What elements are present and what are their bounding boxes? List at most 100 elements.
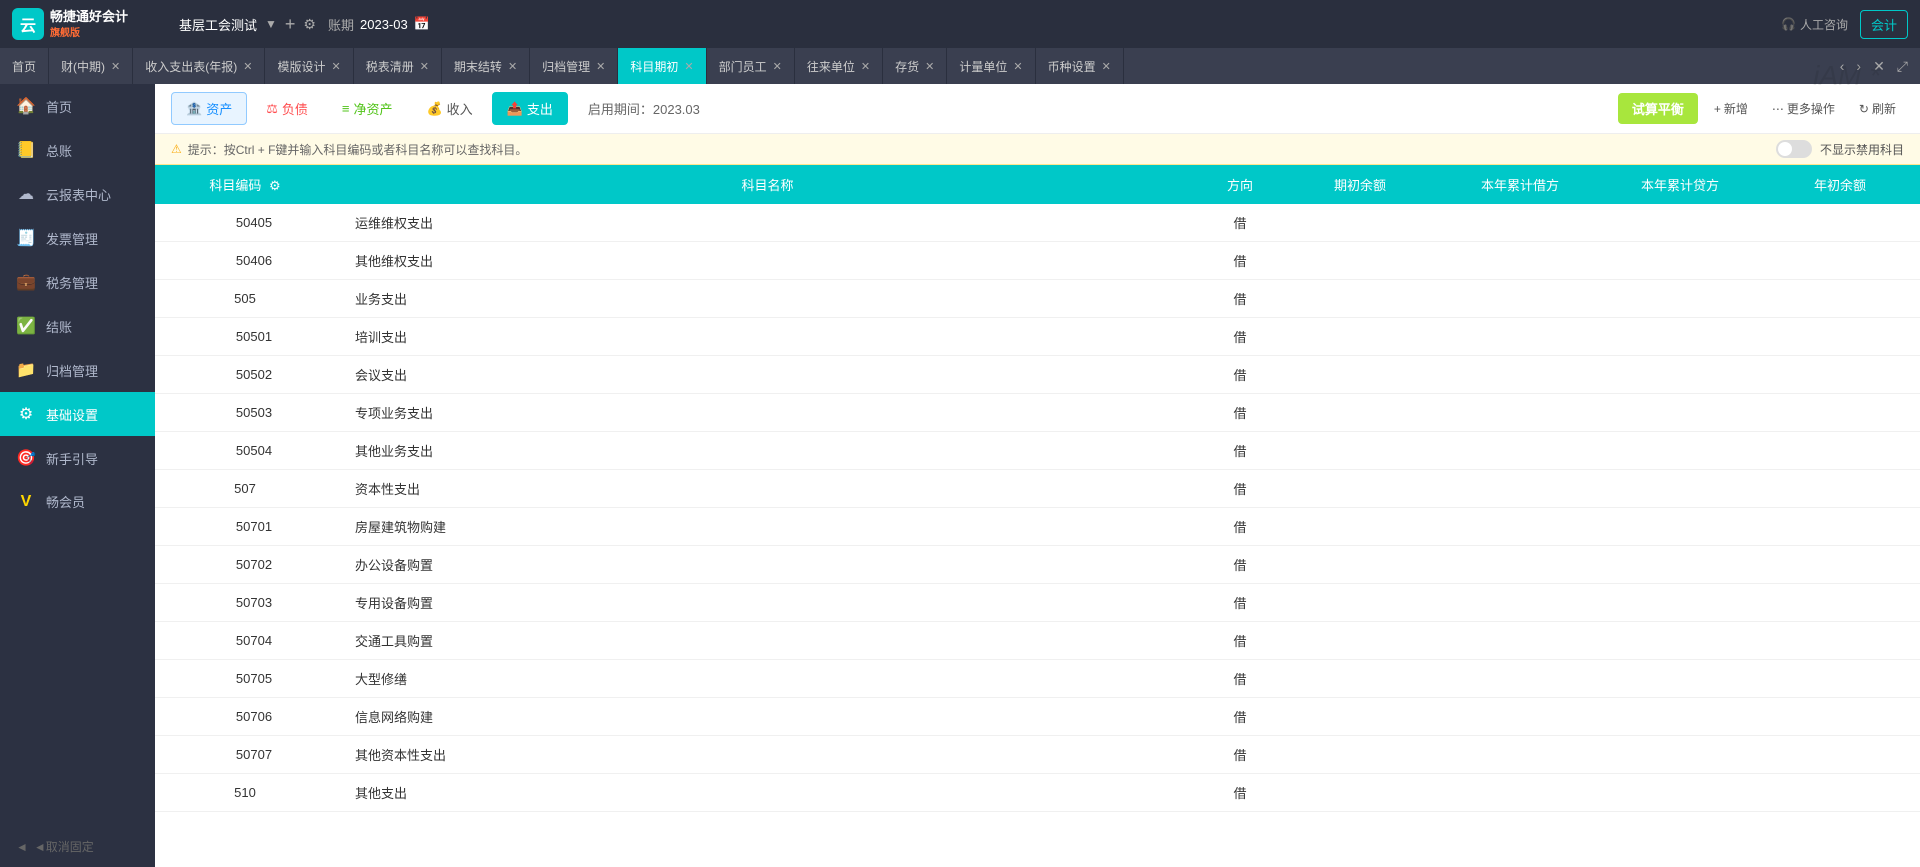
dropdown-arrow-icon[interactable]: ▼: [265, 17, 277, 31]
cell-balance[interactable]: [1280, 584, 1440, 622]
sidebar-item-home[interactable]: 🏠 首页: [0, 84, 155, 128]
cell-ytd-credit[interactable]: [1600, 774, 1760, 812]
table-row[interactable]: 50706 信息网络购建 借: [155, 698, 1920, 736]
cell-year-balance[interactable]: [1760, 508, 1920, 546]
cell-year-balance[interactable]: [1760, 470, 1920, 508]
table-row[interactable]: 505 业务支出 借: [155, 280, 1920, 318]
cell-ytd-debit[interactable]: [1440, 318, 1600, 356]
cell-ytd-credit[interactable]: [1600, 698, 1760, 736]
cell-ytd-debit[interactable]: [1440, 394, 1600, 432]
cell-year-balance[interactable]: [1760, 356, 1920, 394]
tab-scroll-right-button[interactable]: ›: [1852, 56, 1865, 76]
cell-balance[interactable]: [1280, 242, 1440, 280]
cell-year-balance[interactable]: [1760, 736, 1920, 774]
sidebar-item-tax[interactable]: 💼 税务管理: [0, 260, 155, 304]
cell-balance[interactable]: [1280, 318, 1440, 356]
table-row[interactable]: 50705 大型修缮 借: [155, 660, 1920, 698]
sidebar-item-cloud-report[interactable]: ☁ 云报表中心: [0, 172, 155, 216]
tab-expand-button[interactable]: ⤢: [1893, 56, 1912, 77]
tab-template[interactable]: 模版设计 ✕: [265, 48, 353, 84]
table-row[interactable]: 510 其他支出 借: [155, 774, 1920, 812]
cell-ytd-credit[interactable]: [1600, 204, 1760, 242]
tab-close-icon[interactable]: ✕: [508, 60, 517, 73]
table-row[interactable]: 50702 办公设备购置 借: [155, 546, 1920, 584]
tab-close-icon[interactable]: ✕: [1102, 60, 1111, 73]
cell-year-balance[interactable]: [1760, 432, 1920, 470]
cell-year-balance[interactable]: [1760, 546, 1920, 584]
tab-inventory[interactable]: 存货 ✕: [883, 48, 947, 84]
cell-balance[interactable]: [1280, 356, 1440, 394]
cell-ytd-credit[interactable]: [1600, 660, 1760, 698]
cat-tab-expense[interactable]: 📤 支出: [492, 92, 568, 125]
table-row[interactable]: 50405 运维维权支出 借: [155, 204, 1920, 242]
tab-close-all-button[interactable]: ✕: [1869, 56, 1889, 77]
tab-close-icon[interactable]: ✕: [596, 60, 605, 73]
cell-year-balance[interactable]: [1760, 622, 1920, 660]
sidebar-item-archive[interactable]: 📁 归档管理: [0, 348, 155, 392]
trial-balance-button[interactable]: 试算平衡: [1618, 93, 1698, 124]
tab-close-icon[interactable]: ✕: [684, 60, 693, 73]
cell-ytd-credit[interactable]: [1600, 242, 1760, 280]
tab-tax-table[interactable]: 税表清册 ✕: [354, 48, 442, 84]
table-row[interactable]: 50703 专用设备购置 借: [155, 584, 1920, 622]
cell-balance[interactable]: [1280, 394, 1440, 432]
cell-ytd-debit[interactable]: [1440, 622, 1600, 660]
column-settings-icon[interactable]: ⚙: [269, 178, 281, 193]
cell-ytd-debit[interactable]: [1440, 546, 1600, 584]
table-row[interactable]: 50503 专项业务支出 借: [155, 394, 1920, 432]
cell-ytd-debit[interactable]: [1440, 242, 1600, 280]
calendar-icon[interactable]: 📅: [414, 16, 430, 32]
sidebar-item-invoice[interactable]: 🧾 发票管理: [0, 216, 155, 260]
tab-close-icon[interactable]: ✕: [111, 60, 120, 73]
account-button[interactable]: 会计: [1860, 10, 1908, 39]
table-row[interactable]: 50501 培训支出 借: [155, 318, 1920, 356]
tab-close-icon[interactable]: ✕: [925, 60, 934, 73]
tab-close-icon[interactable]: ✕: [243, 60, 252, 73]
cell-ytd-credit[interactable]: [1600, 470, 1760, 508]
cell-balance[interactable]: [1280, 470, 1440, 508]
cell-ytd-debit[interactable]: [1440, 432, 1600, 470]
support-button[interactable]: 🎧 人工咨询: [1781, 16, 1848, 33]
cell-balance[interactable]: [1280, 622, 1440, 660]
table-row[interactable]: 50704 交通工具购置 借: [155, 622, 1920, 660]
cell-ytd-credit[interactable]: [1600, 432, 1760, 470]
more-actions-button[interactable]: ⋯ 更多操作: [1764, 96, 1843, 121]
cat-tab-income[interactable]: 💰 收入: [411, 92, 487, 125]
tab-scroll-left-button[interactable]: ‹: [1836, 56, 1849, 76]
project-name[interactable]: 基层工会测试: [179, 15, 257, 34]
tab-finance-mid[interactable]: 财(中期) ✕: [49, 48, 133, 84]
cell-year-balance[interactable]: [1760, 774, 1920, 812]
add-project-button[interactable]: +: [285, 14, 296, 35]
table-row[interactable]: 50406 其他维权支出 借: [155, 242, 1920, 280]
sidebar-item-guide[interactable]: 🎯 新手引导: [0, 436, 155, 480]
cat-tab-liability[interactable]: ⚖ 负债: [251, 92, 323, 125]
tab-home[interactable]: 首页: [0, 48, 49, 84]
cell-ytd-debit[interactable]: [1440, 584, 1600, 622]
cell-balance[interactable]: [1280, 660, 1440, 698]
cell-year-balance[interactable]: [1760, 318, 1920, 356]
tab-close-icon[interactable]: ✕: [773, 60, 782, 73]
cell-balance[interactable]: [1280, 204, 1440, 242]
cell-ytd-credit[interactable]: [1600, 546, 1760, 584]
disable-toggle[interactable]: [1776, 140, 1812, 158]
cat-tab-asset[interactable]: 🏦 资产: [171, 92, 247, 125]
cell-year-balance[interactable]: [1760, 204, 1920, 242]
sidebar-item-ledger[interactable]: 📒 总账: [0, 128, 155, 172]
cell-balance[interactable]: [1280, 736, 1440, 774]
tab-period-close[interactable]: 期末结转 ✕: [442, 48, 530, 84]
cell-balance[interactable]: [1280, 698, 1440, 736]
sidebar-item-basic-settings[interactable]: ⚙ 基础设置: [0, 392, 155, 436]
cell-ytd-debit[interactable]: [1440, 660, 1600, 698]
cat-tab-equity[interactable]: ≡ 净资产: [327, 92, 408, 125]
table-row[interactable]: 50707 其他资本性支出 借: [155, 736, 1920, 774]
cell-ytd-credit[interactable]: [1600, 318, 1760, 356]
table-row[interactable]: 50504 其他业务支出 借: [155, 432, 1920, 470]
sidebar-item-close-books[interactable]: ✅ 结账: [0, 304, 155, 348]
tab-income-report[interactable]: 收入支出表(年报) ✕: [133, 48, 265, 84]
cell-ytd-debit[interactable]: [1440, 736, 1600, 774]
cell-year-balance[interactable]: [1760, 280, 1920, 318]
cell-year-balance[interactable]: [1760, 242, 1920, 280]
cell-ytd-credit[interactable]: [1600, 394, 1760, 432]
cell-ytd-debit[interactable]: [1440, 356, 1600, 394]
tab-department[interactable]: 部门员工 ✕: [707, 48, 795, 84]
